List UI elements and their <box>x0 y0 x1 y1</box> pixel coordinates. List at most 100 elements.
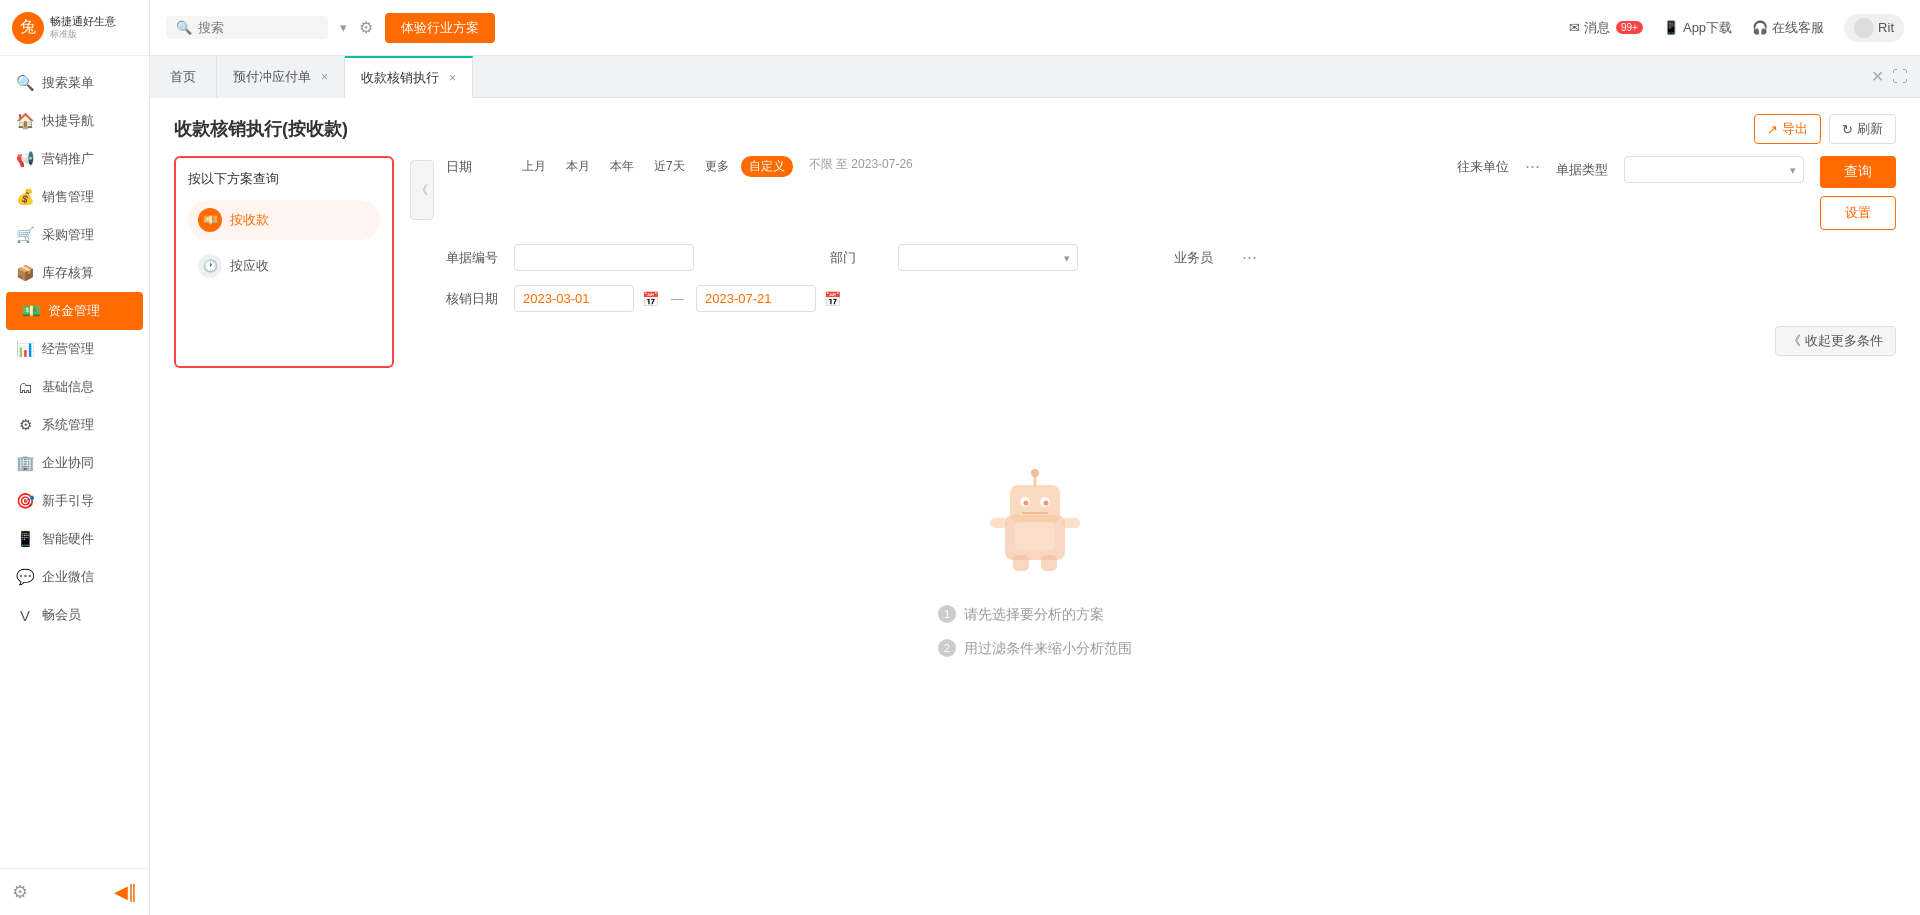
empty-tip-2: 2 用过滤条件来缩小分析范围 <box>938 634 1132 662</box>
writeoff-date-start-input[interactable] <box>514 285 634 312</box>
filter-form: 日期 上月 本月 本年 近7天 更多 自定义 不限 至 2023-07-26 <box>446 156 1896 368</box>
search-input[interactable] <box>198 20 318 35</box>
sidebar-label-purchase: 采购管理 <box>42 226 94 244</box>
sidebar-label-system: 系统管理 <box>42 416 94 434</box>
calendar-end-icon[interactable]: 📅 <box>824 291 841 307</box>
sidebar-item-quick-nav[interactable]: 🏠 快捷导航 <box>0 102 149 140</box>
query-button[interactable]: 查询 <box>1820 156 1896 188</box>
sidebar-item-marketing[interactable]: 📢 营销推广 <box>0 140 149 178</box>
doc-no-label: 单据编号 <box>446 249 506 267</box>
sidebar-label-basic-info: 基础信息 <box>42 378 94 396</box>
wechat-icon: 💬 <box>16 568 34 586</box>
sidebar-item-guide[interactable]: 🎯 新手引导 <box>0 482 149 520</box>
sidebar-item-inventory[interactable]: 📦 库存核算 <box>0 254 149 292</box>
filter-option-by-receivable[interactable]: 🕐 按应收 <box>188 246 380 286</box>
collapse-more-label: 收起更多条件 <box>1805 332 1883 350</box>
sidebar-item-sales[interactable]: 💰 销售管理 <box>0 178 149 216</box>
page-actions: ↗ 导出 ↻ 刷新 <box>1754 114 1896 144</box>
doc-type-select[interactable] <box>1624 156 1804 183</box>
avatar-icon <box>1854 18 1874 38</box>
settings-icon[interactable]: ⚙ <box>359 18 373 37</box>
topbar: 🔍 ▾ ⚙ 体验行业方案 ✉ 消息 99+ 📱 App下载 🎧 在线客服 Rit <box>150 0 1920 56</box>
empty-tips: 1 请先选择要分析的方案 2 用过滤条件来缩小分析范围 <box>938 600 1132 668</box>
date-btn-more[interactable]: 更多 <box>697 156 737 177</box>
sidebar-item-business[interactable]: 📊 经营管理 <box>0 330 149 368</box>
refresh-button[interactable]: ↻ 刷新 <box>1829 114 1896 144</box>
search-box[interactable]: 🔍 <box>166 16 328 39</box>
setting-button[interactable]: 设置 <box>1820 196 1896 230</box>
sidebar-label-sales: 销售管理 <box>42 188 94 206</box>
sidebar-item-search[interactable]: 🔍 搜索菜单 <box>0 64 149 102</box>
collapse-more-btn[interactable]: 《 收起更多条件 <box>1775 326 1896 356</box>
sidebar-item-basic-info[interactable]: 🗂 基础信息 <box>0 368 149 406</box>
writeoff-date-end-input[interactable] <box>696 285 816 312</box>
sidebar-item-member[interactable]: V 畅会员 <box>0 596 149 634</box>
sidebar-item-purchase[interactable]: 🛒 采购管理 <box>0 216 149 254</box>
settings-icon[interactable]: ⚙ <box>12 881 28 903</box>
sidebar-label-business: 经营管理 <box>42 340 94 358</box>
date-btn-7days[interactable]: 近7天 <box>646 156 693 177</box>
receipt-icon: 💴 <box>198 208 222 232</box>
collapse-filter-btn[interactable]: 《 <box>410 160 434 220</box>
tab-prepay-close[interactable]: × <box>321 70 328 84</box>
date-quick-btns: 上月 本月 本年 近7天 更多 自定义 <box>514 156 793 177</box>
sidebar-label-guide: 新手引导 <box>42 492 94 510</box>
date-btn-this-month[interactable]: 本月 <box>558 156 598 177</box>
sidebar-item-wechat[interactable]: 💬 企业微信 <box>0 558 149 596</box>
counterparty-dots-btn[interactable]: ··· <box>1525 156 1540 177</box>
close-tab-btn[interactable]: ✕ <box>1871 67 1884 86</box>
salesperson-dots-btn[interactable]: ··· <box>1242 247 1257 268</box>
tab-home[interactable]: 首页 <box>150 56 217 98</box>
sidebar-item-smart-hw[interactable]: 📱 智能硬件 <box>0 520 149 558</box>
dropdown-icon[interactable]: ▾ <box>340 20 347 35</box>
page-header: 收款核销执行(按收款) ↗ 导出 ↻ 刷新 <box>150 98 1920 144</box>
calendar-start-icon[interactable]: 📅 <box>642 291 659 307</box>
user-avatar[interactable]: Rit <box>1844 14 1904 42</box>
doc-type-label: 单据类型 <box>1556 161 1616 179</box>
collapse-more-area: 《 收起更多条件 <box>446 322 1896 368</box>
tabbar-controls: ✕ ⛶ <box>1859 67 1920 86</box>
tab-receivables[interactable]: 收款核销执行 × <box>345 56 473 98</box>
doc-type-select-wrapper <box>1624 156 1804 183</box>
sidebar-footer: ⚙ ◀‖ <box>0 868 149 915</box>
maximize-tab-btn[interactable]: ⛶ <box>1892 68 1908 86</box>
filter-option-receivable-label: 按应收 <box>230 257 269 275</box>
page-content: 收款核销执行(按收款) ↗ 导出 ↻ 刷新 按以下方案查询 💴 按收款 <box>150 98 1920 915</box>
sidebar-item-enterprise[interactable]: 🏢 企业协同 <box>0 444 149 482</box>
svg-rect-1 <box>1010 485 1060 523</box>
export-button[interactable]: ↗ 导出 <box>1754 114 1821 144</box>
date-btn-custom[interactable]: 自定义 <box>741 156 793 177</box>
export-icon: ↗ <box>1767 122 1778 137</box>
tab-prepay[interactable]: 预付冲应付单 × <box>217 56 345 98</box>
building-icon: 🏢 <box>16 454 34 472</box>
date-btn-last-month[interactable]: 上月 <box>514 156 554 177</box>
online-service[interactable]: 🎧 在线客服 <box>1752 19 1824 37</box>
svg-rect-9 <box>990 518 1008 528</box>
message-center[interactable]: ✉ 消息 99+ <box>1569 19 1643 37</box>
headset-icon: 🎧 <box>1752 20 1768 35</box>
topbar-right: ✉ 消息 99+ 📱 App下载 🎧 在线客服 Rit <box>1569 14 1904 42</box>
empty-icon <box>975 460 1095 580</box>
home-icon: 🏠 <box>16 112 34 130</box>
collapse-sidebar-btn[interactable]: ◀‖ <box>114 881 137 903</box>
sidebar-item-system[interactable]: ⚙ 系统管理 <box>0 406 149 444</box>
phone-icon: 📱 <box>1663 20 1679 35</box>
dept-select[interactable] <box>898 244 1078 271</box>
date-dash: — <box>671 291 684 306</box>
date-btn-this-year[interactable]: 本年 <box>602 156 642 177</box>
doc-no-input[interactable] <box>514 244 694 271</box>
logo-text: 畅捷通好生意 <box>50 14 116 28</box>
query-buttons: 查询 设置 <box>1820 156 1896 230</box>
solution-button[interactable]: 体验行业方案 <box>385 13 495 43</box>
sidebar-label-finance: 资金管理 <box>48 302 100 320</box>
message-badge: 99+ <box>1616 21 1643 34</box>
filter-area: 按以下方案查询 💴 按收款 🕐 按应收 《 日期 <box>150 144 1920 380</box>
sidebar-item-finance[interactable]: 💵 资金管理 <box>6 292 143 330</box>
logo-icon: 兔 <box>12 12 44 44</box>
tab-receivables-close[interactable]: × <box>449 71 456 85</box>
filter-option-by-receipt[interactable]: 💴 按收款 <box>188 200 380 240</box>
app-download[interactable]: 📱 App下载 <box>1663 19 1732 37</box>
sidebar-label-inventory: 库存核算 <box>42 264 94 282</box>
counterparty-label: 往来单位 <box>1457 158 1517 176</box>
svg-rect-13 <box>1015 522 1055 550</box>
